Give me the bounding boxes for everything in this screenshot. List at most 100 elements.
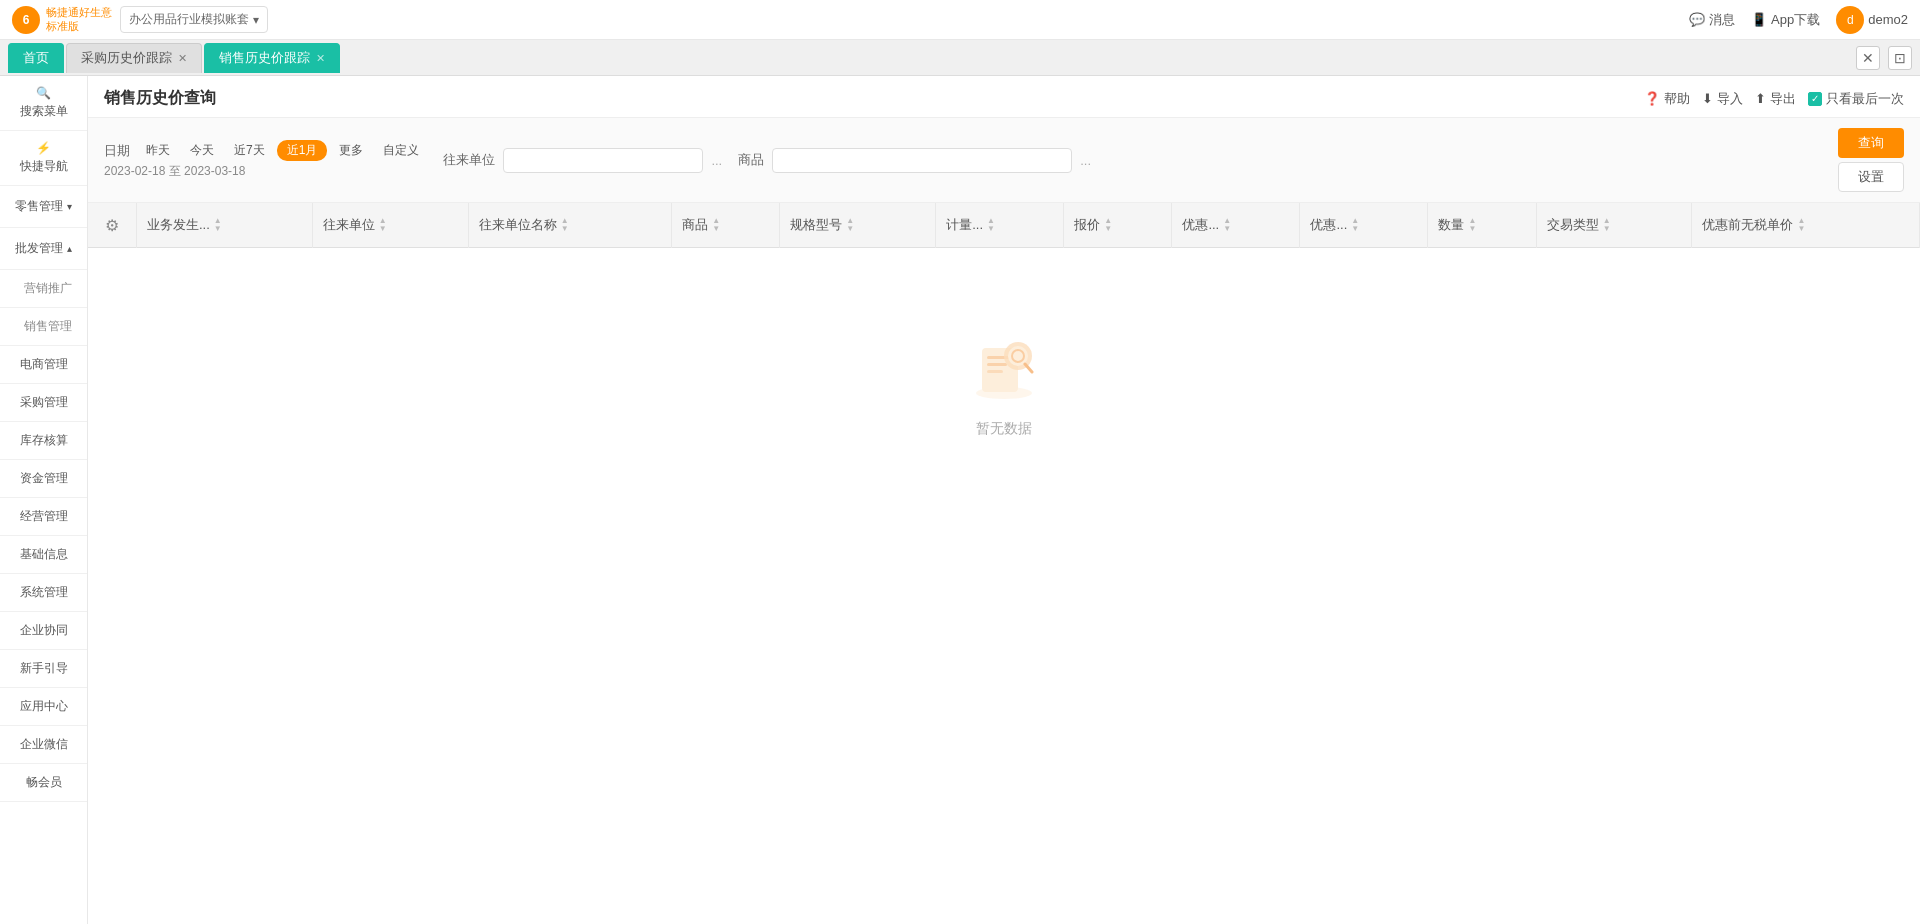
table-col-quoted-price[interactable]: 报价 ▲▼ xyxy=(1064,203,1172,248)
sidebar-item-basic-info[interactable]: 基础信息 xyxy=(0,536,87,574)
table-col-unit[interactable]: 计量... ▲▼ xyxy=(936,203,1064,248)
avatar: d xyxy=(1836,6,1864,34)
message-action[interactable]: 💬 消息 xyxy=(1689,11,1735,29)
empty-text: 暂无数据 xyxy=(976,420,1032,438)
goods-input[interactable] xyxy=(772,148,1072,173)
sidebar-item-wholesale-mgmt[interactable]: 批发管理 ▴ xyxy=(0,228,87,270)
table-col-biz-date[interactable]: 业务发生... ▲▼ xyxy=(137,203,313,248)
top-header: 6 畅捷通好生意 标准版 办公用品行业模拟账套 ▾ 💬 消息 📱 App下载 d… xyxy=(0,0,1920,40)
sort-arrows-discount1: ▲▼ xyxy=(1223,217,1231,233)
import-label: 导入 xyxy=(1717,90,1743,108)
sort-arrows-spec: ▲▼ xyxy=(846,217,854,233)
table-col-goods[interactable]: 商品 ▲▼ xyxy=(672,203,780,248)
page-actions: ❓ 帮助 ⬇ 导入 ⬆ 导出 ✓ 只看最后一次 xyxy=(1644,90,1904,108)
chevron-down-icon: ▾ xyxy=(253,13,259,27)
sidebar-item-finance[interactable]: 资金管理 xyxy=(0,460,87,498)
sidebar-item-vip-member[interactable]: 畅会员 xyxy=(0,764,87,802)
content-area: 销售历史价查询 ❓ 帮助 ⬇ 导入 ⬆ 导出 ✓ 只看最后一次 xyxy=(88,76,1920,924)
date-btn-more[interactable]: 更多 xyxy=(331,140,371,161)
maximize-btn[interactable]: ⊡ xyxy=(1888,46,1912,70)
sidebar-item-quick-nav[interactable]: ⚡ 快捷导航 xyxy=(0,131,87,186)
help-btn[interactable]: ❓ 帮助 xyxy=(1644,90,1690,108)
table-container: ⚙ 业务发生... ▲▼ 往来单位 ▲▼ xyxy=(88,203,1920,924)
help-label: 帮助 xyxy=(1664,90,1690,108)
sidebar-item-operations[interactable]: 经营管理 xyxy=(0,498,87,536)
sort-arrows-quantity: ▲▼ xyxy=(1468,217,1476,233)
sales-history-tab-close[interactable]: ✕ xyxy=(316,52,325,65)
main-layout: 🔍 搜索菜单 ⚡ 快捷导航 零售管理 ▾ 批发管理 ▴ 营销推广 销售管理 电商… xyxy=(0,76,1920,924)
date-btn-7days[interactable]: 近7天 xyxy=(226,140,273,161)
table-col-discount2[interactable]: 优惠... ▲▼ xyxy=(1300,203,1428,248)
date-btn-today[interactable]: 今天 xyxy=(182,140,222,161)
page-header: 销售历史价查询 ❓ 帮助 ⬇ 导入 ⬆ 导出 ✓ 只看最后一次 xyxy=(88,76,1920,118)
partner-filter-group: 往来单位 ... xyxy=(443,148,722,173)
date-btn-yesterday[interactable]: 昨天 xyxy=(138,140,178,161)
home-tab-label: 首页 xyxy=(23,49,49,67)
sales-mgmt-label: 销售管理 xyxy=(24,318,72,335)
partner-input[interactable] xyxy=(503,148,703,173)
table-col-trade-type[interactable]: 交易类型 ▲▼ xyxy=(1536,203,1692,248)
sidebar-item-marketing[interactable]: 营销推广 xyxy=(0,270,87,308)
enterprise-wechat-label: 企业微信 xyxy=(20,736,68,753)
table-col-quantity[interactable]: 数量 ▲▼ xyxy=(1428,203,1536,248)
logo-icon: 6 xyxy=(12,6,40,34)
import-icon: ⬇ xyxy=(1702,91,1713,106)
message-label: 消息 xyxy=(1709,11,1735,29)
tab-sales-history[interactable]: 销售历史价跟踪 ✕ xyxy=(204,43,340,73)
filter-area: 日期 昨天 今天 近7天 近1月 更多 自定义 2023-02-18 至 202… xyxy=(88,118,1920,203)
export-icon: ⬆ xyxy=(1755,91,1766,106)
app-selector[interactable]: 办公用品行业模拟账套 ▾ xyxy=(120,6,268,33)
user-action[interactable]: d demo2 xyxy=(1836,6,1908,34)
sidebar-item-system-mgmt[interactable]: 系统管理 xyxy=(0,574,87,612)
sidebar-item-sales-mgmt[interactable]: 销售管理 xyxy=(0,308,87,346)
message-icon: 💬 xyxy=(1689,12,1705,27)
goods-filter-group: 商品 ... xyxy=(738,148,1091,173)
page-title: 销售历史价查询 xyxy=(104,88,216,109)
date-btn-1month[interactable]: 近1月 xyxy=(277,140,328,161)
only-last-checkbox[interactable]: ✓ 只看最后一次 xyxy=(1808,90,1904,108)
retail-mgmt-label: 零售管理 xyxy=(15,198,63,215)
sidebar-item-retail-mgmt[interactable]: 零售管理 ▾ xyxy=(0,186,87,228)
sidebar-item-enterprise-wechat[interactable]: 企业微信 xyxy=(0,726,87,764)
search-menu-label: 搜索菜单 xyxy=(20,103,68,120)
date-btn-custom[interactable]: 自定义 xyxy=(375,140,427,161)
tab-purchase-history[interactable]: 采购历史价跟踪 ✕ xyxy=(66,43,202,73)
export-btn[interactable]: ⬆ 导出 xyxy=(1755,90,1796,108)
sidebar-item-inventory[interactable]: 库存核算 xyxy=(0,422,87,460)
table-col-partner-name[interactable]: 往来单位名称 ▲▼ xyxy=(468,203,672,248)
sidebar-item-purchase-mgmt[interactable]: 采购管理 xyxy=(0,384,87,422)
table-col-partner-code[interactable]: 往来单位 ▲▼ xyxy=(312,203,468,248)
goods-ellipsis[interactable]: ... xyxy=(1080,153,1091,168)
sidebar-item-search-menu[interactable]: 🔍 搜索菜单 xyxy=(0,76,87,131)
export-label: 导出 xyxy=(1770,90,1796,108)
purchase-history-tab-label: 采购历史价跟踪 xyxy=(81,49,172,67)
app-center-label: 应用中心 xyxy=(20,698,68,715)
data-table: ⚙ 业务发生... ▲▼ 往来单位 ▲▼ xyxy=(88,203,1920,248)
table-col-pre-tax-price[interactable]: 优惠前无税单价 ▲▼ xyxy=(1692,203,1920,248)
sort-arrows-partner-code: ▲▼ xyxy=(379,217,387,233)
marketing-label: 营销推广 xyxy=(24,280,72,297)
sidebar-item-enterprise-collab[interactable]: 企业协同 xyxy=(0,612,87,650)
table-col-spec[interactable]: 规格型号 ▲▼ xyxy=(780,203,936,248)
svg-rect-4 xyxy=(987,370,1003,373)
gear-icon[interactable]: ⚙ xyxy=(98,211,126,239)
table-col-discount1[interactable]: 优惠... ▲▼ xyxy=(1172,203,1300,248)
help-icon: ❓ xyxy=(1644,91,1660,106)
sidebar-item-app-center[interactable]: 应用中心 xyxy=(0,688,87,726)
tab-home[interactable]: 首页 xyxy=(8,43,64,73)
operations-label: 经营管理 xyxy=(20,508,68,525)
table-col-settings[interactable]: ⚙ xyxy=(88,203,137,248)
basic-info-label: 基础信息 xyxy=(20,546,68,563)
query-button[interactable]: 查询 xyxy=(1838,128,1904,158)
import-btn[interactable]: ⬇ 导入 xyxy=(1702,90,1743,108)
date-options: 昨天 今天 近7天 近1月 更多 自定义 xyxy=(138,140,427,161)
goods-label: 商品 xyxy=(738,151,764,169)
purchase-history-tab-close[interactable]: ✕ xyxy=(178,52,187,65)
sidebar-item-ecommerce[interactable]: 电商管理 xyxy=(0,346,87,384)
app-download-action[interactable]: 📱 App下载 xyxy=(1751,11,1820,29)
sidebar-item-new-guide[interactable]: 新手引导 xyxy=(0,650,87,688)
date-label: 日期 xyxy=(104,142,130,160)
partner-ellipsis[interactable]: ... xyxy=(711,153,722,168)
close-tab-btn[interactable]: ✕ xyxy=(1856,46,1880,70)
settings-button[interactable]: 设置 xyxy=(1838,162,1904,192)
